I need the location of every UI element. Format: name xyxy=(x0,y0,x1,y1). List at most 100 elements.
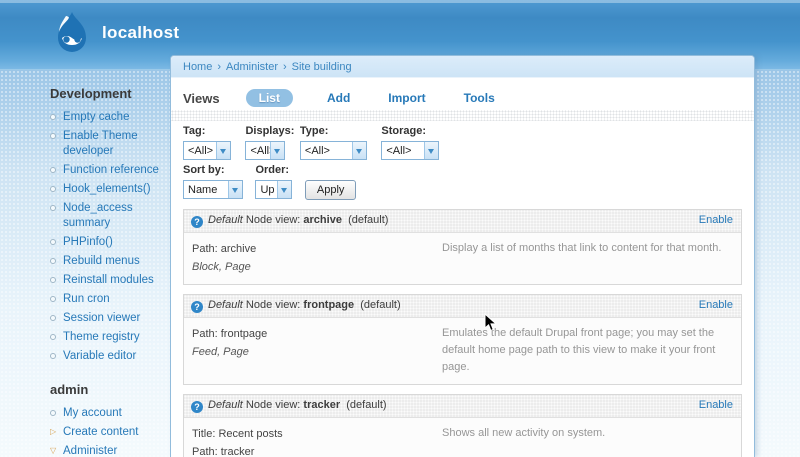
storage-label: Storage: xyxy=(381,125,426,137)
view-displays: Feed, Page xyxy=(192,346,249,358)
sidebar-link[interactable]: Administer xyxy=(63,445,117,457)
chevron-down-icon[interactable] xyxy=(270,142,285,159)
view-type-label: Node view: xyxy=(245,399,301,411)
bullet-icon xyxy=(50,205,56,211)
view-row-body: Path: archive Block, Page Display a list… xyxy=(184,233,741,284)
view-badge: Default xyxy=(208,399,243,411)
sidebar-link[interactable]: Rebuild menus xyxy=(63,255,140,267)
apply-button[interactable]: Apply xyxy=(304,180,357,200)
sidebar-item-rebuild-menus[interactable]: Rebuild menus xyxy=(50,254,162,269)
sort-by-label: Sort by: xyxy=(183,164,225,176)
sidebar-item-create-content[interactable]: ▷ Create content xyxy=(50,425,162,440)
sidebar-link[interactable]: Empty cache xyxy=(63,111,129,123)
sidebar-link[interactable]: Node_access summary xyxy=(63,202,133,229)
sidebar-item-function-reference[interactable]: Function reference xyxy=(50,163,162,178)
view-type-label: Node view: xyxy=(245,214,301,226)
view-name: tracker xyxy=(303,399,341,411)
sidebar-link[interactable]: Hook_elements() xyxy=(63,183,151,195)
sidebar-section-development: Development xyxy=(50,86,132,101)
sidebar-item-reinstall-modules[interactable]: Reinstall modules xyxy=(50,273,162,288)
chevron-down-icon[interactable] xyxy=(216,142,230,159)
sidebar-item-administer[interactable]: ▽ Administer xyxy=(50,444,162,457)
view-suffix: (default) xyxy=(346,399,387,411)
tag-value: <All> xyxy=(188,145,214,157)
view-row-header: ? Default Node view: tracker (default) En… xyxy=(184,395,741,418)
tag-label: Tag: xyxy=(183,125,206,137)
storage-select[interactable]: <All> xyxy=(381,141,440,160)
tab-add[interactable]: Add xyxy=(323,89,354,107)
enable-link[interactable]: Enable xyxy=(699,299,733,312)
displays-label: Displays: xyxy=(245,125,295,137)
breadcrumb-link-administer[interactable]: Administer xyxy=(226,61,278,73)
bullet-icon xyxy=(50,353,56,359)
order-select[interactable]: Up xyxy=(255,180,293,199)
sidebar-item-enable-theme-developer[interactable]: Enable Theme developer xyxy=(50,129,162,159)
expanded-arrow-icon[interactable]: ▽ xyxy=(50,447,57,455)
displays-select[interactable]: <All> xyxy=(245,141,286,160)
view-row-body: Title: Recent posts Path: tracker Page S… xyxy=(184,418,741,457)
filter-displays: Displays: <All> xyxy=(245,125,295,160)
collapsed-arrow-icon[interactable]: ▷ xyxy=(50,428,57,436)
type-select[interactable]: <All> xyxy=(299,141,367,160)
breadcrumb-link-home[interactable]: Home xyxy=(183,61,212,73)
view-badge: Default xyxy=(208,214,243,226)
chevron-down-icon[interactable] xyxy=(277,181,292,198)
tag-select[interactable]: <All> xyxy=(183,141,231,160)
sidebar-link[interactable]: Reinstall modules xyxy=(63,274,154,286)
sidebar-link[interactable]: Variable editor xyxy=(63,350,136,362)
chevron-down-icon[interactable] xyxy=(424,142,439,159)
sidebar-link[interactable]: Session viewer xyxy=(63,312,140,324)
view-path: Path: archive xyxy=(192,243,257,255)
type-label: Type: xyxy=(299,125,329,137)
sort-by-select[interactable]: Name xyxy=(183,180,243,199)
sidebar-item-variable-editor[interactable]: Variable editor xyxy=(50,349,162,364)
view-badge: Default xyxy=(208,299,243,311)
sidebar-link[interactable]: My account xyxy=(63,407,122,419)
bullet-icon xyxy=(50,277,56,283)
bullet-icon xyxy=(50,186,56,192)
sidebar-link[interactable]: Create content xyxy=(63,426,138,438)
view-path: Path: tracker xyxy=(192,446,255,457)
tab-import[interactable]: Import xyxy=(384,89,429,107)
site-title: localhost xyxy=(102,23,180,42)
sidebar-item-run-cron[interactable]: Run cron xyxy=(50,292,162,307)
view-row-frontpage: ? Default Node view: frontpage (default) … xyxy=(183,294,742,385)
sidebar-link[interactable]: Function reference xyxy=(63,164,159,176)
page-title: Views xyxy=(183,90,220,106)
tab-list[interactable]: List xyxy=(245,89,293,107)
sidebar-item-my-account[interactable]: My account xyxy=(50,406,162,421)
help-icon[interactable]: ? xyxy=(191,301,203,313)
view-name: archive xyxy=(303,214,342,226)
sidebar-link[interactable]: Run cron xyxy=(63,293,110,305)
enable-link[interactable]: Enable xyxy=(699,399,733,412)
chevron-down-icon[interactable] xyxy=(228,181,242,198)
chevron-down-icon[interactable] xyxy=(351,142,366,159)
sort-by-value: Name xyxy=(188,184,218,196)
storage-value: <All> xyxy=(386,145,412,157)
sidebar-item-hook-elements[interactable]: Hook_elements() xyxy=(50,182,162,197)
breadcrumb-link-site-building[interactable]: Site building xyxy=(292,61,352,73)
view-row-body: Path: frontpage Feed, Page Emulates the … xyxy=(184,318,741,384)
view-description: Display a list of months that link to co… xyxy=(442,242,722,254)
sidebar-item-empty-cache[interactable]: Empty cache xyxy=(50,110,162,125)
bullet-icon xyxy=(50,133,56,139)
sidebar-item-phpinfo[interactable]: PHPinfo() xyxy=(50,235,162,250)
sidebar-item-session-viewer[interactable]: Session viewer xyxy=(50,311,162,326)
view-row-archive: ? Default Node view: archive (default) En… xyxy=(183,209,742,285)
view-suffix: (default) xyxy=(360,299,401,311)
bullet-icon xyxy=(50,239,56,245)
help-icon[interactable]: ? xyxy=(191,216,203,228)
enable-link[interactable]: Enable xyxy=(699,214,733,227)
bullet-icon xyxy=(50,296,56,302)
sidebar-link[interactable]: PHPinfo() xyxy=(63,236,113,248)
filter-sort-by: Sort by: Name xyxy=(183,164,243,199)
sidebar-item-theme-registry[interactable]: Theme registry xyxy=(50,330,162,345)
sidebar-item-node-access-summary[interactable]: Node_access summary xyxy=(50,201,162,231)
sidebar-link[interactable]: Enable Theme developer xyxy=(63,130,138,157)
tab-tools[interactable]: Tools xyxy=(460,89,499,107)
bullet-icon xyxy=(50,167,56,173)
view-description: Shows all new activity on system. xyxy=(442,427,606,439)
breadcrumb-separator: › xyxy=(282,61,287,73)
sidebar-link[interactable]: Theme registry xyxy=(63,331,140,343)
help-icon[interactable]: ? xyxy=(191,401,203,413)
